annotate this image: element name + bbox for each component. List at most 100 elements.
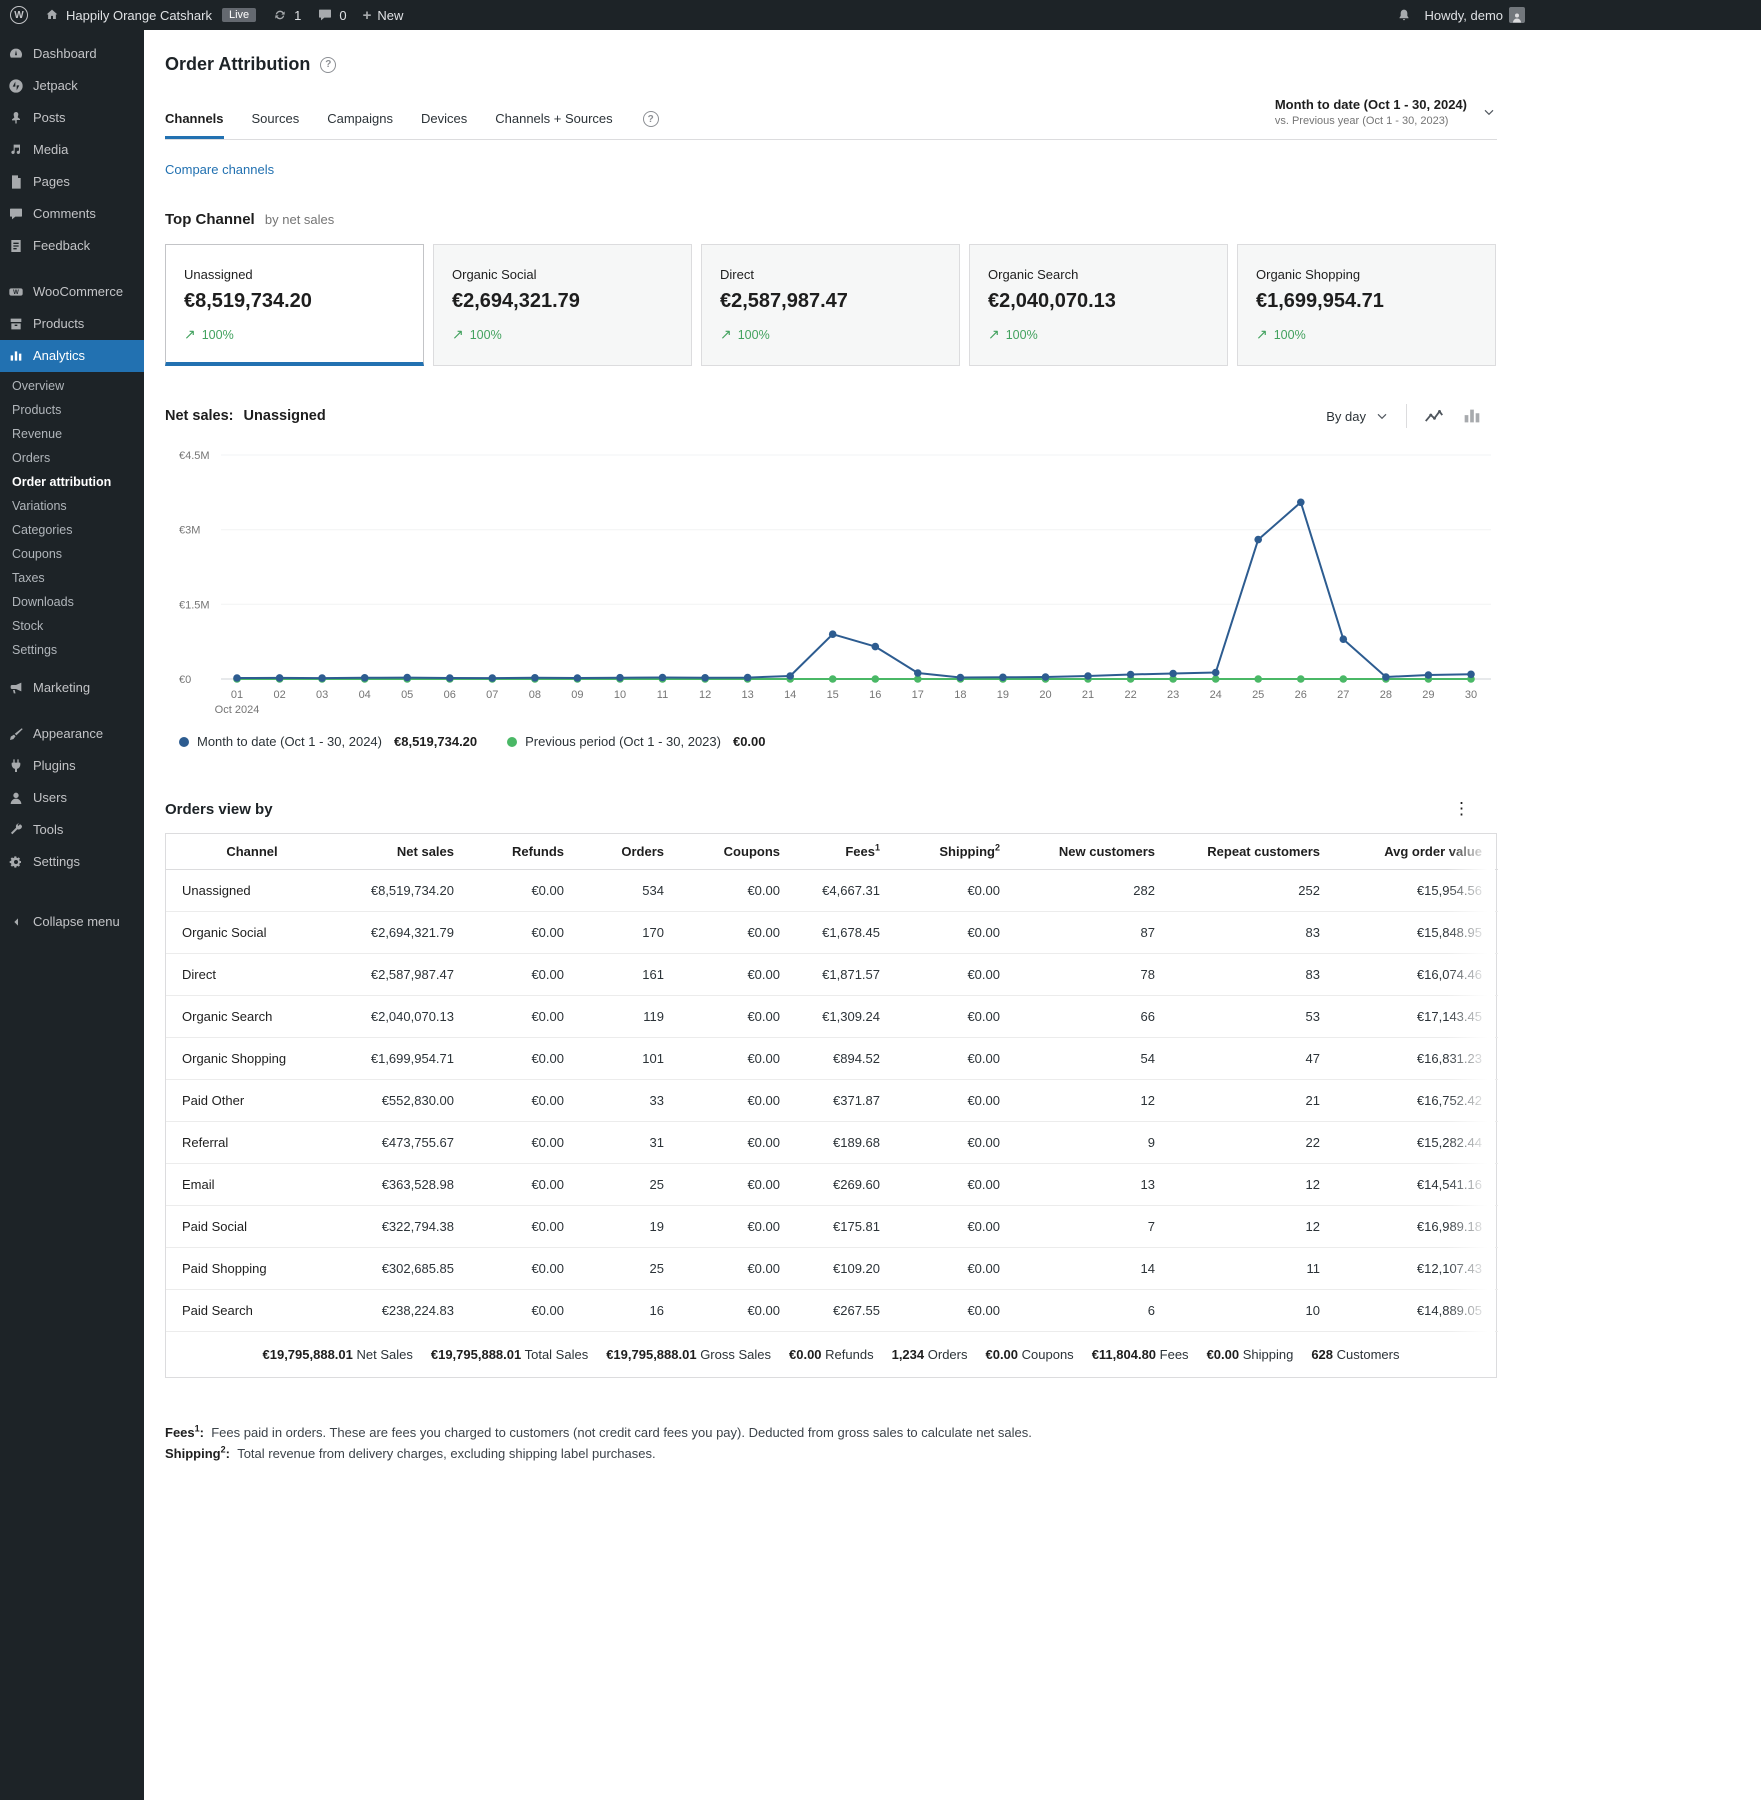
woocommerce-icon: W (9, 288, 23, 296)
wordpress-logo[interactable]: W (10, 6, 28, 24)
value-cell: €894.52 (796, 1037, 896, 1080)
submenu-item-overview[interactable]: Overview (0, 374, 144, 398)
page-title: Order Attribution (165, 54, 311, 74)
top-channel-heading: Top Channel (165, 211, 255, 228)
tab-devices[interactable]: Devices (421, 99, 467, 139)
tab-campaigns[interactable]: Campaigns (327, 99, 393, 139)
column-header-new-customers: New customers (1016, 834, 1171, 870)
sidebar-item-jetpack[interactable]: Jetpack (0, 70, 144, 102)
card-label: Unassigned (184, 267, 253, 282)
sidebar-item-comments[interactable]: Comments (0, 198, 144, 230)
summary-item-net-sales: €19,795,888.01 Net Sales (262, 1347, 413, 1362)
sidebar-item-settings[interactable]: Settings (0, 846, 144, 878)
interval-dropdown[interactable]: By day (1326, 408, 1390, 424)
sidebar-item-tools[interactable]: Tools (0, 814, 144, 846)
value-cell: €0.00 (680, 1037, 796, 1080)
sidebar-item-media[interactable]: Media (0, 134, 144, 166)
sidebar-item-appearance[interactable]: Appearance (0, 718, 144, 750)
date-range-picker[interactable]: Month to date (Oct 1 - 30, 2024) vs. Pre… (1275, 97, 1497, 127)
notifications-button[interactable] (1396, 7, 1412, 23)
value-cell: €371.87 (796, 1079, 896, 1122)
sidebar-item-posts[interactable]: Posts (0, 102, 144, 134)
compare-channels-link[interactable]: Compare channels (165, 162, 274, 177)
submenu-item-stock[interactable]: Stock (0, 614, 144, 638)
value-cell: 83 (1171, 911, 1336, 954)
feedback-icon (11, 240, 21, 252)
channel-card-organic-search[interactable]: Organic Search €2,040,070.13 ↗ 100% (969, 244, 1228, 366)
legend-item[interactable]: Month to date (Oct 1 - 30, 2024) €8,519,7… (179, 734, 477, 749)
svg-text:€1.5M: €1.5M (179, 599, 210, 611)
footnote-fees: Fees1: Fees paid in orders. These are fe… (165, 1423, 1032, 1440)
submenu-item-orders[interactable]: Orders (0, 446, 144, 470)
legend-value: €0.00 (732, 734, 766, 749)
svg-text:02: 02 (273, 689, 285, 701)
settings-icon (9, 856, 21, 868)
value-cell: €0.00 (680, 1205, 796, 1248)
submenu-item-categories[interactable]: Categories (0, 518, 144, 542)
bar-chart-toggle[interactable] (1461, 405, 1483, 427)
channel-cell: Paid Social (166, 1205, 338, 1248)
sidebar-item-analytics[interactable]: Analytics (0, 340, 144, 372)
value-cell: €15,282.44 (1336, 1121, 1498, 1164)
new-content-menu[interactable]: + New (363, 7, 404, 24)
channel-card-organic-social[interactable]: Organic Social €2,694,321.79 ↗ 100% (433, 244, 692, 366)
value-cell: €1,309.24 (796, 995, 896, 1038)
channel-card-organic-shopping[interactable]: Organic Shopping €1,699,954.71 ↗ 100% (1237, 244, 1496, 366)
page-help-icon[interactable]: ? (320, 56, 337, 73)
svg-text:€3M: €3M (179, 525, 200, 537)
value-cell: 12 (1016, 1079, 1171, 1122)
value-cell: €238,224.83 (338, 1289, 470, 1332)
svg-text:22: 22 (1124, 689, 1136, 701)
sidebar-item-label: Users (33, 790, 67, 806)
value-cell: 252 (1171, 869, 1336, 912)
sidebar-item-dashboard[interactable]: Dashboard (0, 38, 144, 70)
svg-text:10: 10 (614, 689, 626, 701)
value-cell: €0.00 (896, 1289, 1016, 1332)
value-cell: 14 (1016, 1247, 1171, 1290)
line-chart-toggle[interactable] (1423, 405, 1445, 427)
sidebar-item-label: Tools (33, 822, 64, 838)
channel-card-direct[interactable]: Direct €2,587,987.47 ↗ 100% (701, 244, 960, 366)
submenu-item-taxes[interactable]: Taxes (0, 566, 144, 590)
submenu-item-order-attribution[interactable]: Order attribution (0, 470, 144, 494)
table-row: Paid Shopping €302,685.85 €0.00 25 €0.00 €109… (166, 1247, 1498, 1290)
svg-text:11: 11 (657, 689, 668, 701)
column-header-shipping: Shipping2 (896, 834, 1016, 870)
submenu-item-variations[interactable]: Variations (0, 494, 144, 518)
sidebar-item-plugins[interactable]: Plugins (0, 750, 144, 782)
sidebar-item-products[interactable]: Products (0, 308, 144, 340)
channel-card-unassigned[interactable]: Unassigned €8,519,734.20 ↗ 100% (165, 244, 424, 366)
value-cell: €0.00 (680, 1247, 796, 1290)
legend-item[interactable]: Previous period (Oct 1 - 30, 2023) €0.00 (507, 734, 766, 749)
account-menu[interactable]: Howdy, demo (1424, 7, 1525, 23)
sidebar-item-woocommerce[interactable]: W WooCommerce (0, 276, 144, 308)
updates-indicator[interactable]: 1 (272, 7, 301, 23)
comments-indicator[interactable]: 0 (317, 7, 347, 23)
value-cell: €2,587,987.47 (338, 953, 470, 996)
tabs-help-icon[interactable]: ? (642, 111, 659, 127)
submenu-item-revenue[interactable]: Revenue (0, 422, 144, 446)
table-options-menu[interactable]: ⋮ (1453, 799, 1471, 819)
svg-text:27: 27 (1337, 689, 1349, 701)
sidebar-item-collapse-menu[interactable]: Collapse menu (0, 906, 144, 938)
sidebar-item-label: Appearance (33, 726, 104, 742)
column-header-orders: Orders (580, 834, 680, 870)
tab-channels[interactable]: Channels (165, 99, 224, 139)
sidebar-item-label: Analytics (33, 348, 86, 364)
value-cell: 31 (580, 1121, 680, 1164)
site-name-menu[interactable]: Happily Orange Catshark Live (44, 7, 257, 23)
sidebar-item-feedback[interactable]: Feedback (0, 230, 144, 262)
value-cell: 87 (1016, 911, 1171, 954)
submenu-item-coupons[interactable]: Coupons (0, 542, 144, 566)
sidebar-item-marketing[interactable]: Marketing (0, 672, 144, 704)
submenu-item-settings[interactable]: Settings (0, 638, 144, 662)
tab-sources[interactable]: Sources (252, 99, 300, 139)
tab-channels-sources[interactable]: Channels + Sources (495, 99, 612, 139)
submenu-item-products[interactable]: Products (0, 398, 144, 422)
svg-text:€4.5M: €4.5M (179, 450, 210, 462)
value-cell: 7 (1016, 1205, 1171, 1248)
sidebar-item-users[interactable]: Users (0, 782, 144, 814)
svg-text:15: 15 (827, 689, 839, 701)
submenu-item-downloads[interactable]: Downloads (0, 590, 144, 614)
sidebar-item-pages[interactable]: Pages (0, 166, 144, 198)
